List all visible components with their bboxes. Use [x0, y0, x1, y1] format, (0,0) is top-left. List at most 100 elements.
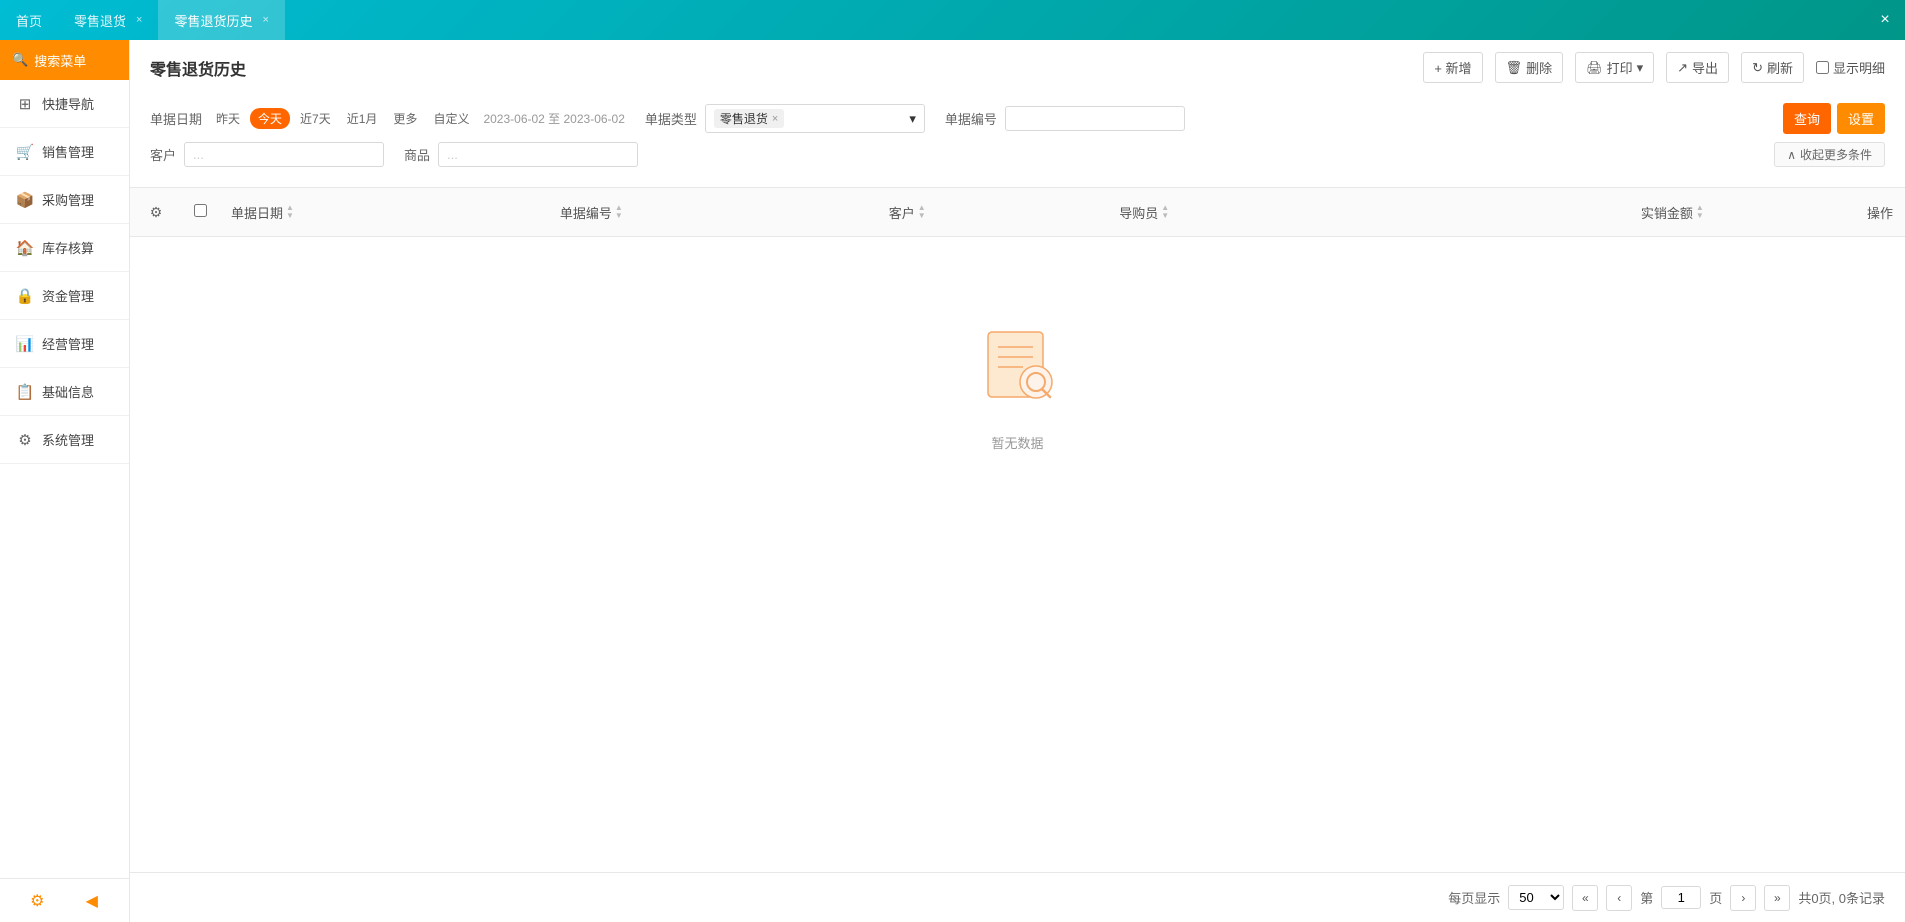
sidebar-item-sales-mgmt[interactable]: 🛒 销售管理: [0, 128, 129, 176]
doc-date-sort-arrows: ▲▼: [286, 204, 294, 220]
table-section: ⚙ 单据日期 ▲▼: [130, 188, 1905, 922]
tab-close-retail-return[interactable]: ×: [136, 14, 142, 26]
prev-page-button[interactable]: ‹: [1606, 885, 1632, 911]
table-container: ⚙ 单据日期 ▲▼: [130, 188, 1905, 872]
nav-icon-operation: 📊: [16, 335, 34, 353]
amount-sort-arrows: ▲▼: [1696, 204, 1704, 220]
doc-no-filter: 单据编号: [945, 106, 1185, 131]
col-checkbox: [182, 188, 219, 237]
doc-type-tag-text: 零售退货: [720, 110, 768, 127]
goods-select[interactable]: ...: [438, 142, 638, 167]
date-yesterday-btn[interactable]: 昨天: [210, 108, 246, 129]
goods-placeholder: ...: [447, 147, 458, 162]
sidebar-gear-button[interactable]: ⚙: [21, 885, 53, 917]
sidebar-item-base-info[interactable]: 📋 基础信息: [0, 368, 129, 416]
tab-close-retail-return-history[interactable]: ×: [262, 14, 268, 26]
table-header: ⚙ 单据日期 ▲▼: [130, 188, 1905, 237]
doc-no-sort[interactable]: 单据编号 ▲▼: [560, 203, 623, 222]
print-button[interactable]: 🖨 打印 ▾: [1575, 52, 1654, 83]
show-detail-checkbox[interactable]: [1816, 61, 1829, 74]
add-button[interactable]: + 新增: [1423, 52, 1482, 83]
sidebar: 🔍 搜索菜单 ⊞ 快捷导航 🛒 销售管理 📦 采购管理 🏠 库存核算 🔒 资金管…: [0, 40, 130, 922]
page-size-select[interactable]: 10 20 50 100: [1508, 885, 1564, 910]
sidebar-item-purchase-mgmt[interactable]: 📦 采购管理: [0, 176, 129, 224]
doc-type-label: 单据类型: [645, 109, 697, 128]
page-header-top: 零售退货历史 + 新增 🗑 删除 🖨 打印 ▾ ↗ 导出: [150, 52, 1885, 83]
refresh-button[interactable]: ↻ 刷新: [1741, 52, 1804, 83]
sidebar-item-inventory[interactable]: 🏠 库存核算: [0, 224, 129, 272]
col-gear: ⚙: [130, 188, 182, 237]
nav-icon-base-info: 📋: [16, 383, 34, 401]
sidebar-item-quick-nav[interactable]: ⊞ 快捷导航: [0, 80, 129, 128]
show-detail-label: 显示明细: [1833, 58, 1885, 77]
customer-filter: 客户 ...: [150, 142, 384, 167]
doc-type-dropdown-icon: ▾: [909, 111, 916, 127]
empty-text: 暂无数据: [991, 433, 1043, 452]
sidebar-item-finance[interactable]: 🔒 资金管理: [0, 272, 129, 320]
customer-sort[interactable]: 客户 ▲▼: [889, 203, 926, 222]
main-layout: 🔍 搜索菜单 ⊞ 快捷导航 🛒 销售管理 📦 采购管理 🏠 库存核算 🔒 资金管…: [0, 40, 1905, 922]
doc-type-tag: 零售退货 ×: [714, 109, 784, 128]
window-close-button[interactable]: ×: [1865, 0, 1905, 40]
sidebar-item-operation[interactable]: 📊 经营管理: [0, 320, 129, 368]
customer-select[interactable]: ...: [184, 142, 384, 167]
page-title: 零售退货历史: [150, 56, 246, 80]
guide-sort-arrows: ▲▼: [1161, 204, 1169, 220]
data-table: ⚙ 单据日期 ▲▼: [130, 188, 1905, 237]
page-label-suffix: 页: [1709, 888, 1722, 907]
last-page-button[interactable]: »: [1764, 885, 1790, 911]
delete-button[interactable]: 🗑 删除: [1495, 52, 1564, 83]
pagination-bar: 每页显示 10 20 50 100 « ‹ 第 页 › » 共0页, 0条记录: [130, 872, 1905, 922]
sidebar-item-sys-mgmt[interactable]: ⚙ 系统管理: [0, 416, 129, 464]
delete-icon: 🗑: [1506, 60, 1523, 76]
refresh-icon: ↻: [1752, 60, 1763, 76]
nav-icon-sales-mgmt: 🛒: [16, 143, 34, 161]
current-page-input[interactable]: [1661, 886, 1701, 909]
doc-no-input[interactable]: [1005, 106, 1185, 131]
customer-placeholder: ...: [193, 147, 204, 162]
tab-label-home: 首页: [16, 11, 42, 30]
table-header-row: ⚙ 单据日期 ▲▼: [130, 188, 1905, 237]
query-button[interactable]: 查询: [1783, 103, 1831, 134]
doc-date-sort[interactable]: 单据日期 ▲▼: [231, 203, 294, 222]
filter-row-1: 单据日期 昨天 今天 近7天 近1月 更多 自定义 2023-06-02 至 2…: [150, 95, 1885, 142]
tab-retail-return-history[interactable]: 零售退货历史 ×: [158, 0, 284, 40]
tab-home[interactable]: 首页: [0, 0, 58, 40]
date-custom-btn[interactable]: 自定义: [427, 108, 475, 129]
show-detail-checkbox-label[interactable]: 显示明细: [1816, 58, 1885, 77]
date-7days-btn[interactable]: 近7天: [294, 108, 337, 129]
sidebar-nav: ⊞ 快捷导航 🛒 销售管理 📦 采购管理 🏠 库存核算 🔒 资金管理 📊 经营管…: [0, 80, 129, 878]
doc-type-tag-close[interactable]: ×: [772, 113, 778, 125]
collapse-filters-button[interactable]: ∧ 收起更多条件: [1774, 142, 1885, 167]
column-settings-button[interactable]: ⚙: [142, 198, 170, 226]
date-1month-btn[interactable]: 近1月: [341, 108, 384, 129]
next-page-button[interactable]: ›: [1730, 885, 1756, 911]
date-today-btn[interactable]: 今天: [250, 108, 290, 129]
sidebar-collapse-button[interactable]: ◀: [76, 885, 108, 917]
col-customer: 客户 ▲▼: [877, 188, 1108, 237]
first-page-button[interactable]: «: [1572, 885, 1598, 911]
export-button[interactable]: ↗ 导出: [1666, 52, 1729, 83]
sidebar-search[interactable]: 🔍 搜索菜单: [0, 40, 129, 80]
goods-filter: 商品 ...: [404, 142, 638, 167]
nav-label-purchase-mgmt: 采购管理: [42, 190, 94, 209]
col-doc-no: 单据编号 ▲▼: [548, 188, 877, 237]
sidebar-bottom: ⚙ ◀: [0, 878, 129, 922]
collapse-btn-container: ∧ 收起更多条件: [1774, 142, 1885, 167]
customer-sort-arrows: ▲▼: [918, 204, 926, 220]
date-more-btn[interactable]: 更多: [387, 108, 423, 129]
select-all-checkbox[interactable]: [194, 204, 207, 217]
doc-no-sort-arrows: ▲▼: [615, 204, 623, 220]
col-doc-date: 单据日期 ▲▼: [219, 188, 548, 237]
search-icon: 🔍: [12, 52, 28, 68]
settings-button[interactable]: 设置: [1837, 103, 1885, 134]
amount-sort[interactable]: 实销金额 ▲▼: [1641, 203, 1704, 222]
date-range-display: 2023-06-02 至 2023-06-02: [483, 110, 624, 127]
col-action: 操作: [1716, 188, 1905, 237]
nav-label-inventory: 库存核算: [42, 238, 94, 257]
guide-sort[interactable]: 导购员 ▲▼: [1119, 203, 1169, 222]
tab-retail-return[interactable]: 零售退货×: [58, 0, 158, 40]
tab-label-retail-return-history: 零售退货历史: [174, 11, 252, 30]
tab-bar: 首页零售退货× 零售退货历史 ×: [0, 0, 1865, 40]
doc-type-select[interactable]: 零售退货 × ▾: [705, 104, 925, 133]
